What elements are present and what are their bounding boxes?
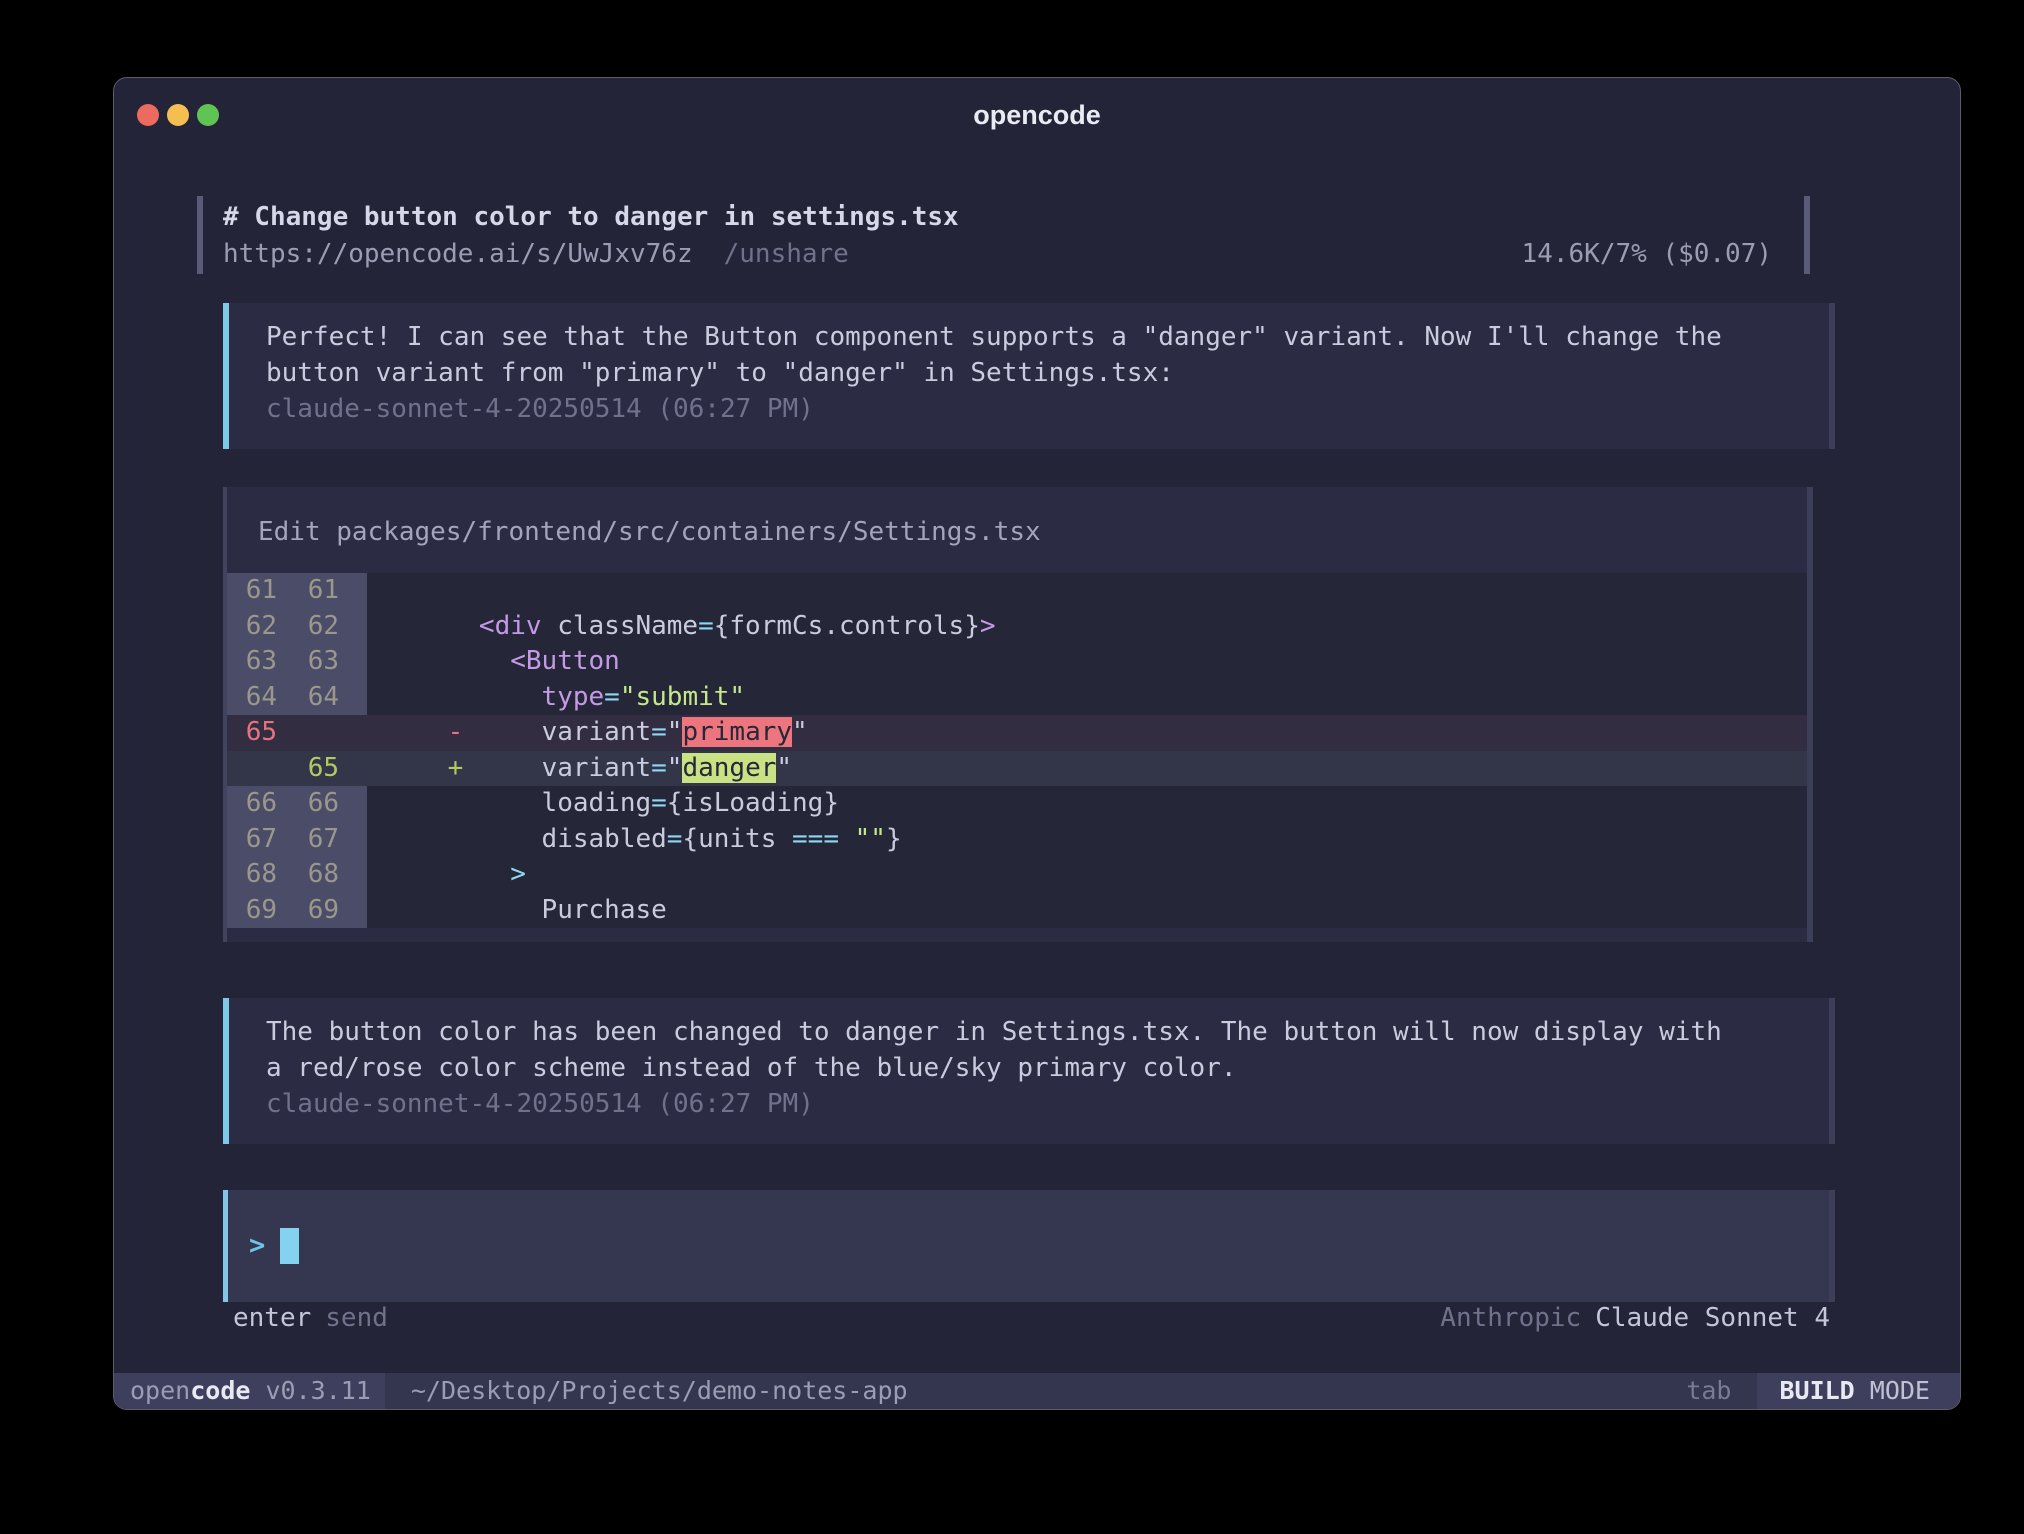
- line-number-new: 65: [297, 751, 367, 787]
- model-label: Claude Sonnet 4: [1595, 1303, 1830, 1333]
- line-number-old: 69: [227, 893, 297, 929]
- line-number-old: [227, 751, 297, 787]
- edit-tool-call: Edit packages/frontend/src/containers/Se…: [223, 487, 1813, 942]
- session-title: # Change button color to danger in setti…: [223, 198, 1772, 236]
- assistant-message-1: Perfect! I can see that the Button compo…: [223, 303, 1835, 449]
- line-number-new: 63: [297, 644, 367, 680]
- line-number-new: [297, 715, 367, 751]
- diff-row: 6262 <div className={formCs.controls}>: [227, 609, 1807, 645]
- edit-tool-header: Edit packages/frontend/src/containers/Se…: [227, 517, 1807, 547]
- diff-row: 6767 disabled={units === ""}: [227, 822, 1807, 858]
- text-cursor: [280, 1228, 299, 1264]
- prompt-input[interactable]: >: [223, 1190, 1835, 1302]
- diff-code-line: disabled={units === ""}: [367, 822, 1807, 858]
- line-number-old: 68: [227, 857, 297, 893]
- diff-code-line: Purchase: [367, 893, 1807, 929]
- line-number-old: 67: [227, 822, 297, 858]
- message-text-line: Perfect! I can see that the Button compo…: [266, 319, 1829, 355]
- line-number-new: 64: [297, 680, 367, 716]
- message-text-line: button variant from "primary" to "danger…: [266, 355, 1829, 391]
- line-number-new: 62: [297, 609, 367, 645]
- titlebar: opencode: [114, 78, 1960, 150]
- app-version-segment: opencode v0.3.11: [114, 1373, 385, 1409]
- line-number-new: 68: [297, 857, 367, 893]
- token-usage-cost: 14.6K/7% ($0.07): [1522, 236, 1772, 272]
- app-name-prefix: open: [130, 1376, 190, 1405]
- diff-row: 6464 type="submit": [227, 680, 1807, 716]
- line-number-new: 61: [297, 573, 367, 609]
- status-bar: opencode v0.3.11 ~/Desktop/Projects/demo…: [114, 1373, 1960, 1409]
- prompt-chevron: >: [249, 1228, 265, 1264]
- diff-code-line: type="submit": [367, 680, 1807, 716]
- diff-code-line: [367, 573, 1807, 609]
- line-number-new: 66: [297, 786, 367, 822]
- mode-name: BUILD: [1779, 1376, 1869, 1405]
- send-hint-label: send: [325, 1303, 388, 1333]
- diff-row: 6161: [227, 573, 1807, 609]
- provider-label: Anthropic: [1440, 1303, 1581, 1333]
- diff-row: 65 - variant="primary": [227, 715, 1807, 751]
- app-name-suffix: code: [190, 1376, 250, 1405]
- diff-code-line: - variant="primary": [367, 715, 1807, 751]
- line-number-old: 65: [227, 715, 297, 751]
- model-timestamp: claude-sonnet-4-20250514 (06:27 PM): [266, 1086, 1829, 1122]
- message-text-line: The button color has been changed to dan…: [266, 1014, 1829, 1050]
- window-title: opencode: [114, 100, 1960, 131]
- line-number-old: 63: [227, 644, 297, 680]
- message-text-line: a red/rose color scheme instead of the b…: [266, 1050, 1829, 1086]
- diff-row: 6868 >: [227, 857, 1807, 893]
- assistant-message-2: The button color has been changed to dan…: [223, 998, 1835, 1144]
- diff-row: 6969 Purchase: [227, 893, 1807, 929]
- line-number-new: 69: [297, 893, 367, 929]
- hints-row: enter send Anthropic Claude Sonnet 4: [233, 1300, 1830, 1336]
- model-timestamp: claude-sonnet-4-20250514 (06:27 PM): [266, 391, 1829, 427]
- line-number-old: 61: [227, 573, 297, 609]
- line-number-new: 67: [297, 822, 367, 858]
- diff-row: 65 + variant="danger": [227, 751, 1807, 787]
- diff-code-line: <div className={formCs.controls}>: [367, 609, 1807, 645]
- working-directory: ~/Desktop/Projects/demo-notes-app: [411, 1373, 908, 1409]
- app-version: v0.3.11: [250, 1376, 370, 1405]
- mode-suffix: MODE: [1870, 1376, 1930, 1405]
- share-url-link[interactable]: https://opencode.ai/s/UwJxv76z: [223, 236, 693, 272]
- unshare-command[interactable]: /unshare: [724, 236, 849, 272]
- tab-key-hint: tab: [1686, 1373, 1731, 1409]
- enter-key-hint: enter: [233, 1303, 311, 1333]
- diff-code-line: <Button: [367, 644, 1807, 680]
- diff-code-line: >: [367, 857, 1807, 893]
- diff-code-line: loading={isLoading}: [367, 786, 1807, 822]
- diff-row: 6363 <Button: [227, 644, 1807, 680]
- diff-row: 6666 loading={isLoading}: [227, 786, 1807, 822]
- diff: 61616262 <div className={formCs.controls…: [227, 573, 1807, 928]
- line-number-old: 62: [227, 609, 297, 645]
- session-header: # Change button color to danger in setti…: [197, 196, 1810, 274]
- app-window: opencode # Change button color to danger…: [113, 77, 1961, 1410]
- line-number-old: 66: [227, 786, 297, 822]
- mode-segment[interactable]: BUILD MODE: [1757, 1373, 1960, 1409]
- diff-code-line: + variant="danger": [367, 751, 1807, 787]
- line-number-old: 64: [227, 680, 297, 716]
